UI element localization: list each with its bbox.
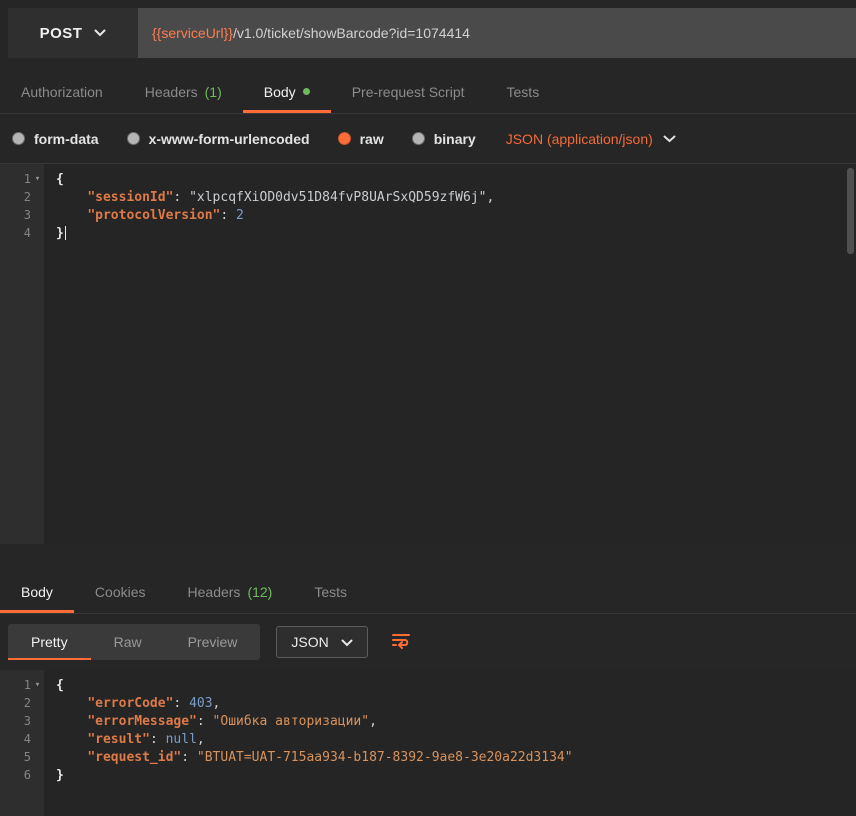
request-body-editor[interactable]: 1 ▾{2 "sessionId": "xlpcqfXiOD0dv51D84fvP… [0,164,856,544]
code-line: 3 "errorMessage": "Ошибка авторизации", [0,712,856,730]
response-tabs: Body Cookies Headers (12) Tests [0,570,856,614]
fold-arrow-icon[interactable]: ▾ [31,680,44,690]
line-number-gutter: 3 [23,714,31,728]
radio-icon [12,132,25,145]
pretty-button[interactable]: Pretty [8,624,91,660]
text-cursor [64,226,66,240]
tab-response-body[interactable]: Body [0,570,74,613]
code-line: 1 ▾{ [0,170,856,188]
url-input[interactable]: {{serviceUrl}}/v1.0/ticket/showBarcode?i… [138,8,856,58]
url-path: /v1.0/ticket/showBarcode?id=1074414 [232,25,470,41]
fold-arrow-icon[interactable]: ▾ [31,174,44,184]
line-number-gutter: 1 ▾ [0,172,44,186]
radio-selected-icon [337,132,351,145]
code-line: 2 "errorCode": 403, [0,694,856,712]
code-line: 6} [0,766,856,784]
tab-pre-request-script[interactable]: Pre-request Script [331,70,486,113]
tab-response-headers[interactable]: Headers (12) [167,570,294,613]
raw-button[interactable]: Raw [91,624,165,660]
binary-radio[interactable]: binary [411,131,476,147]
body-mode-row: form-data x-www-form-urlencoded raw bina… [0,114,856,164]
tab-tests[interactable]: Tests [486,70,561,113]
chevron-down-icon [341,634,353,650]
code-line: 4 "result": null, [0,730,856,748]
raw-radio[interactable]: raw [337,131,384,147]
code-line: 5 "request_id": "BTUAT=UAT-715aa934-b187… [0,748,856,766]
tab-headers[interactable]: Headers (1) [124,70,243,113]
preview-button[interactable]: Preview [165,624,261,660]
request-tabs: Authorization Headers (1) Body Pre-reque… [0,70,856,114]
line-number-gutter: 3 [23,208,31,222]
section-divider [0,544,856,570]
body-filled-dot-icon [302,88,310,95]
chevron-down-icon [94,24,106,42]
code-line: 4} [0,224,856,242]
line-number-gutter: 4 [23,732,31,746]
response-headers-count-badge: (12) [247,583,273,600]
code-line: 2 "sessionId": "xlpcqfXiOD0dv51D84fvP8UA… [0,188,856,206]
chevron-down-icon [663,130,676,148]
radio-icon [126,132,140,145]
view-mode-segmented-control: Pretty Raw Preview [8,624,261,660]
line-number-gutter: 5 [23,750,31,764]
wrap-text-icon [390,631,412,654]
postman-window: POST {{serviceUrl}}/v1.0/ticket/showBarc… [0,0,856,816]
line-number-gutter: 2 [23,696,31,710]
line-number-gutter: 6 [23,768,31,782]
tab-body[interactable]: Body [243,70,331,113]
code-line: 3 "protocolVersion": 2 [0,206,856,224]
headers-count-badge: (1) [204,83,222,100]
code-line: 1 ▾{ [0,676,856,694]
response-type-dropdown[interactable]: JSON [276,626,368,658]
response-body-viewer[interactable]: 1 ▾{2 "errorCode": 403, 3 "errorMessage": … [0,670,856,816]
wrap-text-button[interactable] [384,626,418,658]
url-variable: {{serviceUrl}} [152,25,233,41]
tab-cookies[interactable]: Cookies [74,570,167,613]
request-url-bar: POST {{serviceUrl}}/v1.0/ticket/showBarc… [8,8,856,58]
method-label: POST [39,24,83,42]
tab-authorization[interactable]: Authorization [0,70,124,113]
raw-type-dropdown[interactable]: JSON (application/json) [506,130,676,148]
line-number-gutter: 2 [23,190,31,204]
method-dropdown[interactable]: POST [8,8,138,58]
tab-response-tests[interactable]: Tests [293,570,368,613]
scrollbar-thumb[interactable] [847,168,854,254]
urlencoded-radio[interactable]: x-www-form-urlencoded [126,131,310,147]
response-toolbar: Pretty Raw Preview JSON [8,624,856,660]
radio-icon [411,132,425,145]
line-number-gutter: 1 ▾ [0,678,44,692]
form-data-radio[interactable]: form-data [12,131,99,147]
line-number-gutter: 4 [23,226,31,240]
